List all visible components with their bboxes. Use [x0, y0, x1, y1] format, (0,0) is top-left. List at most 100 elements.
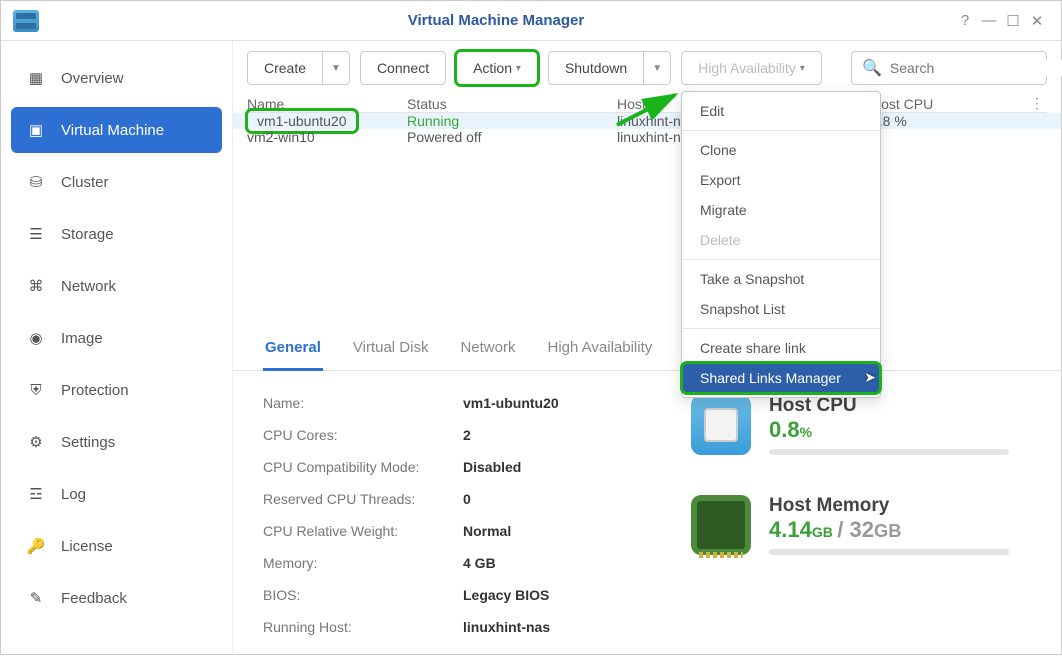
- caret-down-icon: ▾: [516, 63, 521, 74]
- sidebar-label: Log: [61, 486, 86, 503]
- vm-cpu-cell: 0.8 %: [871, 113, 1027, 129]
- prop-val: vm1-ubuntu20: [463, 395, 559, 411]
- tab-network[interactable]: Network: [458, 329, 517, 370]
- shutdown-caret[interactable]: ▼: [644, 51, 671, 85]
- table-row[interactable]: vm1-ubuntu20 Running linuxhint-nas 192.1…: [233, 113, 1061, 129]
- action-label: Action: [473, 60, 512, 76]
- search-input[interactable]: [890, 60, 1062, 76]
- prop-val: Disabled: [463, 459, 521, 475]
- menu-separator: [682, 130, 880, 131]
- sidebar-item-virtual-machine[interactable]: ▣Virtual Machine: [11, 107, 222, 153]
- action-dropdown: Edit Clone Export Migrate Delete Take a …: [681, 91, 881, 398]
- stat-value: 0.8%: [769, 417, 812, 442]
- prop-key: CPU Relative Weight:: [263, 523, 463, 539]
- settings-icon: ⚙: [25, 432, 47, 452]
- tab-general[interactable]: General: [263, 329, 323, 371]
- tab-virtual-disk[interactable]: Virtual Disk: [351, 329, 431, 370]
- prop-val: linuxhint-nas: [463, 619, 550, 635]
- connect-button[interactable]: Connect: [360, 51, 446, 85]
- maximize-icon[interactable]: ☐: [1001, 9, 1025, 33]
- prop-key: Running Host:: [263, 619, 463, 635]
- stat-title: Host CPU: [769, 395, 1009, 417]
- content: Create ▼ Connect Action ▾ Shutdown ▼ Hig…: [233, 41, 1061, 654]
- sidebar-item-protection[interactable]: ⛨Protection: [11, 367, 222, 413]
- prop-val: 4 GB: [463, 555, 496, 571]
- progress-bar: [769, 549, 1009, 555]
- menu-shared-links-manager[interactable]: Shared Links Manager➤: [682, 363, 880, 393]
- col-menu-icon[interactable]: ⋮: [1027, 95, 1047, 112]
- detail-pane: Name:vm1-ubuntu20 CPU Cores:2 CPU Compat…: [233, 371, 1061, 661]
- app-icon: [13, 10, 39, 32]
- menu-separator: [682, 328, 880, 329]
- high-availability-button[interactable]: High Availability ▾: [681, 51, 822, 85]
- prop-val: 2: [463, 427, 471, 443]
- prop-val: Legacy BIOS: [463, 587, 549, 603]
- stat-total: 32GB: [850, 517, 902, 542]
- caret-down-icon: ▼: [331, 63, 341, 74]
- cluster-icon: ⛁: [25, 172, 47, 192]
- prop-val: 0: [463, 491, 471, 507]
- cpu-icon: [691, 395, 751, 455]
- caret-down-icon: ▾: [800, 63, 805, 74]
- vm-status-cell: Running: [407, 113, 617, 129]
- sidebar-item-network[interactable]: ⌘Network: [11, 263, 222, 309]
- action-button[interactable]: Action ▾: [456, 51, 538, 85]
- create-button-group: Create ▼: [247, 51, 350, 85]
- window-title: Virtual Machine Manager: [39, 12, 953, 29]
- sidebar-item-settings[interactable]: ⚙ Settings: [11, 419, 222, 465]
- table-row[interactable]: vm2-win10 Powered off linuxhint-nas - -: [233, 129, 1061, 145]
- prop-key: Name:: [263, 395, 463, 411]
- detail-tabs: General Virtual Disk Network High Availa…: [233, 329, 1061, 371]
- menu-delete[interactable]: Delete: [682, 225, 880, 255]
- sidebar-item-license[interactable]: 🔑License: [11, 523, 222, 569]
- prop-val: Normal: [463, 523, 511, 539]
- menu-take-snapshot[interactable]: Take a Snapshot: [682, 264, 880, 294]
- search-box[interactable]: 🔍: [851, 51, 1047, 85]
- vm-status-cell: Powered off: [407, 129, 617, 145]
- minimize-icon[interactable]: —: [977, 9, 1001, 33]
- ha-label: High Availability: [698, 60, 796, 76]
- create-button[interactable]: Create: [247, 51, 323, 85]
- sidebar-label: Cluster: [61, 174, 109, 191]
- sidebar-item-log[interactable]: ☲ Log: [11, 471, 222, 517]
- help-icon[interactable]: ?: [953, 9, 977, 33]
- menu-create-share-link[interactable]: Create share link: [682, 333, 880, 363]
- sidebar-item-overview[interactable]: ▦Overview: [11, 55, 222, 101]
- sidebar: ▦Overview ▣Virtual Machine ⛁ Cluster ☰ Sto…: [1, 41, 233, 654]
- stat-sep: /: [837, 517, 849, 542]
- stat-title: Host Memory: [769, 495, 1009, 517]
- prop-key: Memory:: [263, 555, 463, 571]
- vm-cpu-cell: -: [871, 129, 1027, 145]
- sidebar-label: Storage: [61, 226, 114, 243]
- table-header: Name Status Host IP Host CPU ⋮: [233, 95, 1061, 112]
- shutdown-button-group: Shutdown ▼: [548, 51, 671, 85]
- image-icon: ◉: [25, 328, 47, 348]
- sidebar-item-image[interactable]: ◉ Image: [11, 315, 222, 361]
- sidebar-item-feedback[interactable]: ✎ Feedback: [11, 575, 222, 621]
- stats: Host CPU 0.8% Host Memory 4.14GB / 32GB: [691, 395, 1031, 651]
- menu-migrate[interactable]: Migrate: [682, 195, 880, 225]
- shutdown-button[interactable]: Shutdown: [548, 51, 644, 85]
- toolbar: Create ▼ Connect Action ▾ Shutdown ▼ Hig…: [233, 41, 1061, 95]
- vm-name-cell: vm2-win10: [247, 129, 407, 145]
- sidebar-label: Overview: [61, 70, 124, 87]
- sidebar-label: Feedback: [61, 590, 127, 607]
- create-caret[interactable]: ▼: [323, 51, 350, 85]
- storage-icon: ☰: [25, 224, 47, 244]
- sidebar-label: Settings: [61, 434, 115, 451]
- log-icon: ☲: [25, 484, 47, 504]
- menu-snapshot-list[interactable]: Snapshot List: [682, 294, 880, 324]
- prop-key: BIOS:: [263, 587, 463, 603]
- feedback-icon: ✎: [25, 588, 47, 608]
- sidebar-item-storage[interactable]: ☰ Storage: [11, 211, 222, 257]
- col-status[interactable]: Status: [407, 96, 617, 112]
- sidebar-label: Image: [61, 330, 103, 347]
- menu-export[interactable]: Export: [682, 165, 880, 195]
- menu-edit[interactable]: Edit: [682, 96, 880, 126]
- menu-clone[interactable]: Clone: [682, 135, 880, 165]
- col-cpu[interactable]: Host CPU: [871, 96, 1027, 112]
- sidebar-item-cluster[interactable]: ⛁ Cluster: [11, 159, 222, 205]
- close-icon[interactable]: ✕: [1025, 9, 1049, 33]
- tab-high-availability[interactable]: High Availability: [545, 329, 654, 370]
- license-icon: 🔑: [25, 536, 47, 556]
